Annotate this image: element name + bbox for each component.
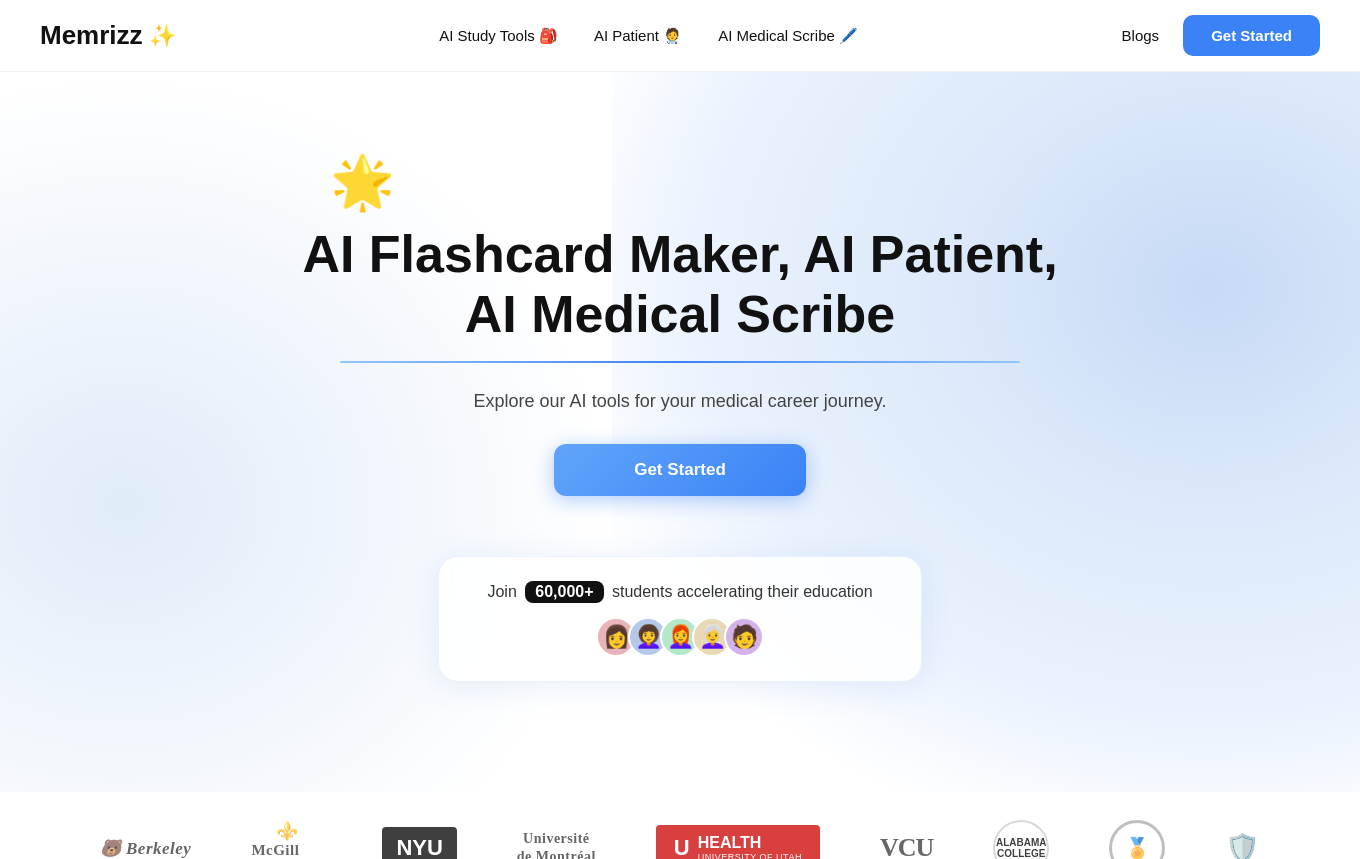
nav-link-patient[interactable]: AI Patient 🧑‍⚕️ (594, 27, 682, 45)
logo-alabama: ALABAMACOLLEGE (993, 820, 1049, 859)
brand-logo[interactable]: Memrizz ✨ (40, 20, 176, 51)
hero-content: 🌟 AI Flashcard Maker, AI Patient, AI Med… (290, 152, 1070, 682)
join-count: 60,000+ (525, 581, 603, 603)
nav-links: AI Study Tools 🎒 AI Patient 🧑‍⚕️ AI Medi… (439, 27, 858, 45)
nav-link-study-tools[interactable]: AI Study Tools 🎒 (439, 27, 558, 45)
avatar-row: 👩 👩‍🦱 👩‍🦰 👩‍🦳 🧑 (596, 617, 764, 657)
logos-track: 🐻 Berkeley ⚜️ McGillUNIVERSITY NYU Unive… (0, 820, 1360, 859)
hero-title: AI Flashcard Maker, AI Patient, AI Medic… (290, 225, 1070, 345)
join-card: Join 60,000+ students accelerating their… (438, 556, 921, 682)
logos-section: 🐻 Berkeley ⚜️ McGillUNIVERSITY NYU Unive… (0, 792, 1360, 859)
logo-medal-institution: 🏅 (1109, 820, 1165, 859)
logo-shield-institution: 🛡️ (1225, 832, 1260, 860)
hero-decoration-icon: 🌟 (330, 152, 395, 213)
logo-nyu: NYU (382, 827, 456, 859)
nav-blogs-link[interactable]: Blogs (1122, 27, 1160, 44)
brand-name: Memrizz (40, 20, 143, 51)
hero-divider (340, 361, 1020, 363)
logo-montreal: Universitéde Montréal (517, 830, 596, 859)
hero-get-started-button[interactable]: Get Started (554, 444, 806, 496)
logo-mcgill: ⚜️ McGillUNIVERSITY (251, 820, 322, 859)
logo-berkeley: 🐻 Berkeley (100, 838, 192, 859)
hero-section: 🌟 AI Flashcard Maker, AI Patient, AI Med… (0, 72, 1360, 792)
logo-vcu: VCU (880, 833, 933, 859)
join-prefix: Join (487, 583, 516, 600)
navbar: Memrizz ✨ AI Study Tools 🎒 AI Patient 🧑‍… (0, 0, 1360, 72)
nav-right: Blogs Get Started (1122, 15, 1320, 56)
hero-subtitle: Explore our AI tools for your medical ca… (474, 391, 887, 412)
avatar-5: 🧑 (724, 617, 764, 657)
join-text: Join 60,000+ students accelerating their… (487, 581, 872, 603)
nav-get-started-button[interactable]: Get Started (1183, 15, 1320, 56)
brand-pencil-icon: ✨ (149, 23, 176, 49)
nav-link-scribe[interactable]: AI Medical Scribe 🖊️ (718, 27, 858, 45)
join-suffix: students accelerating their education (612, 583, 873, 600)
logo-uh-health: U HEALTH UNIVERSITY OF UTAH (656, 825, 820, 859)
